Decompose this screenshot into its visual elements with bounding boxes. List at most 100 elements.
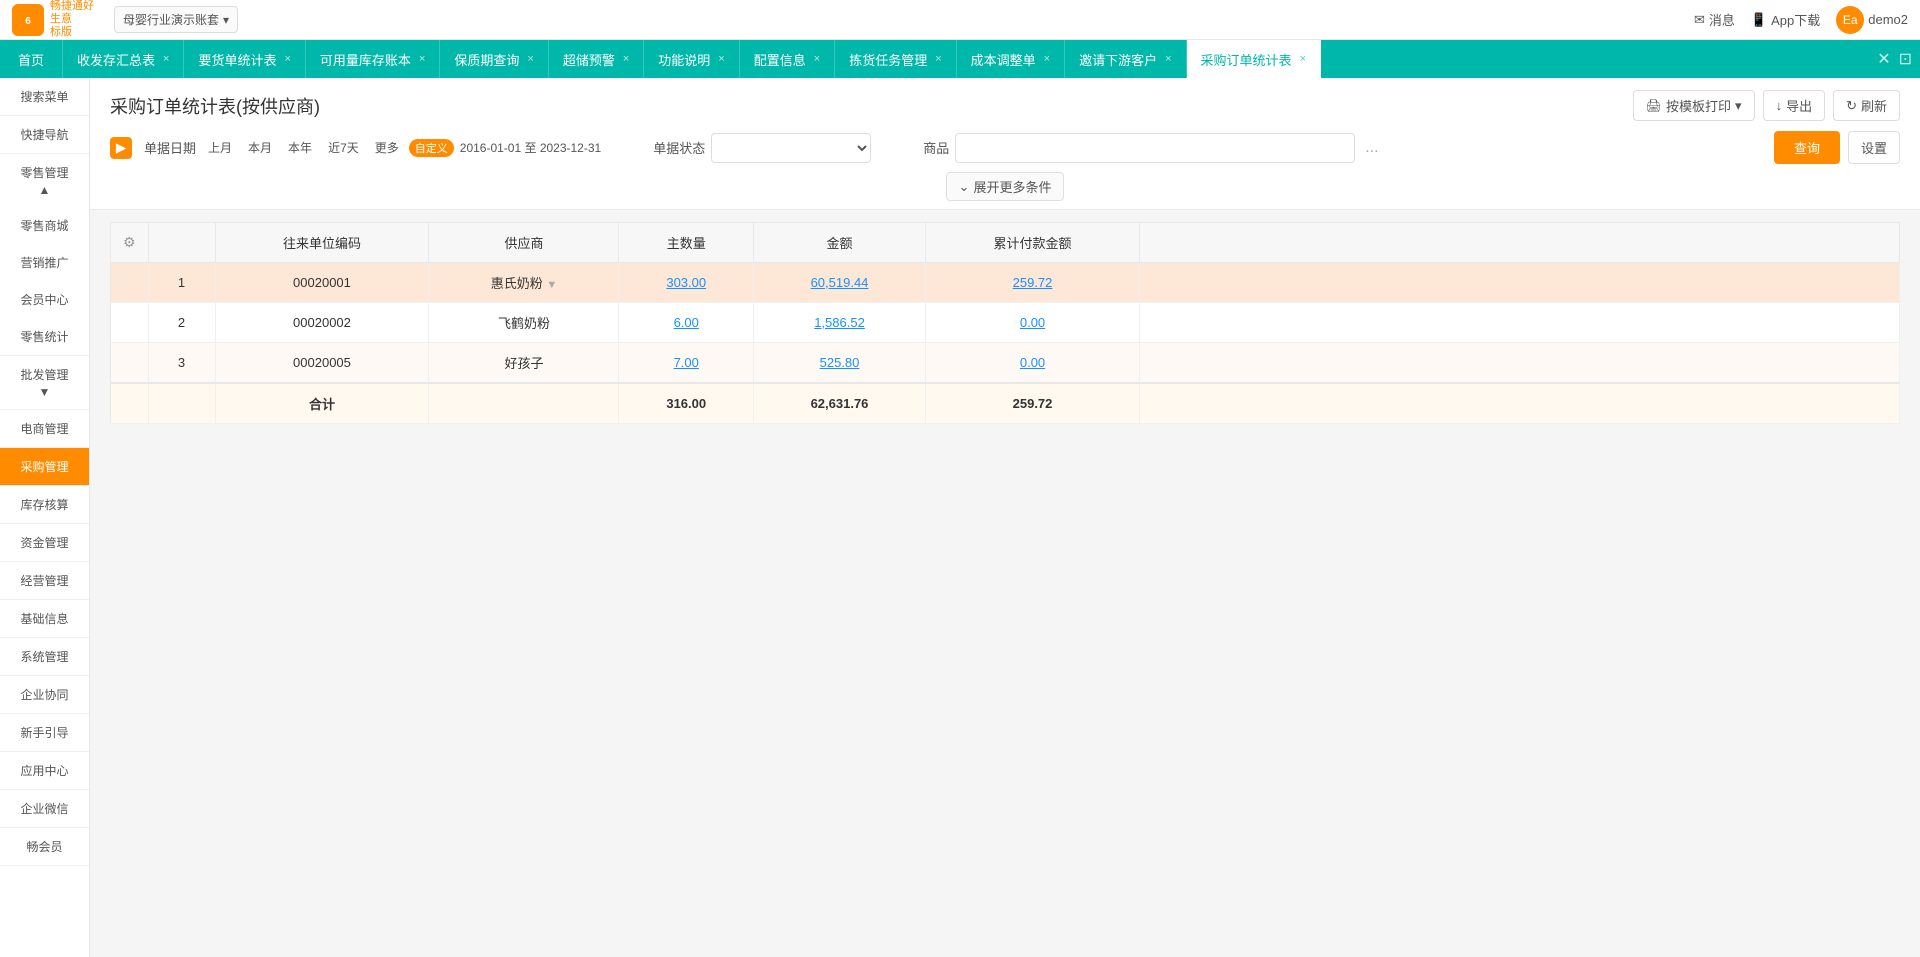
sidebar-item-app-center[interactable]: 应用中心 [0, 752, 89, 789]
shortcut-7days[interactable]: 近7天 [322, 137, 365, 158]
tab-func-desc-close[interactable]: × [718, 53, 724, 65]
tab-expiry-close[interactable]: × [527, 53, 533, 65]
tab-inventory[interactable]: 可用量库存账本 × [306, 40, 440, 78]
row-settings-cell [111, 263, 149, 303]
settings-button[interactable]: 设置 [1848, 131, 1900, 164]
export-button[interactable]: ↓ 导出 [1763, 90, 1826, 121]
row-quantity[interactable]: 6.00 [619, 303, 754, 343]
filter-expand-button[interactable]: ▶ [110, 137, 132, 159]
sidebar-item-wechat[interactable]: 企业微信 [0, 790, 89, 827]
gear-icon[interactable]: ⚙ [123, 234, 136, 250]
tab-order-stat[interactable]: 要货单统计表 × [184, 40, 305, 78]
refresh-button[interactable]: ↻ 刷新 [1833, 90, 1900, 121]
custom-date-badge[interactable]: 自定义 [409, 139, 454, 157]
sidebar-item-newbie[interactable]: 新手引导 [0, 714, 89, 751]
tabs-maximize[interactable]: ⊡ [1899, 49, 1912, 69]
row-paid[interactable]: 0.00 [926, 303, 1140, 343]
sidebar-item-operation[interactable]: 经营管理 [0, 562, 89, 599]
row-quantity[interactable]: 7.00 [619, 343, 754, 384]
goods-search-input[interactable] [955, 133, 1355, 163]
sidebar-item-quick-nav[interactable]: 快捷导航 [0, 116, 89, 153]
sidebar-item-retail-shop[interactable]: 零售商城 [0, 207, 89, 244]
tab-overstock-close[interactable]: × [623, 53, 629, 65]
username-label: demo2 [1868, 12, 1908, 27]
page-title-row: 采购订单统计表(按供应商) 🖨 按模板打印 ▾ ↓ 导出 ↻ 刷新 [110, 90, 1900, 121]
sidebar-item-purchase[interactable]: 采购管理 [0, 448, 89, 485]
sidebar-item-member[interactable]: 会员中心 [0, 281, 89, 318]
tab-overstock[interactable]: 超储预警 × [549, 40, 644, 78]
sidebar-item-ecommerce[interactable]: 电商管理 [0, 410, 89, 447]
tab-config-label: 配置信息 [754, 50, 806, 69]
tab-expiry[interactable]: 保质期查询 × [440, 40, 548, 78]
sidebar-item-finance[interactable]: 资金管理 [0, 524, 89, 561]
table-row: 3 00020005 好孩子 7.00 525.80 0.00 [111, 343, 1900, 384]
amount-link[interactable]: 60,519.44 [811, 275, 869, 290]
sidebar-item-system[interactable]: 系统管理 [0, 638, 89, 675]
sidebar-item-basic[interactable]: 基础信息 [0, 600, 89, 637]
row-quantity[interactable]: 303.00 [619, 263, 754, 303]
query-button[interactable]: 查询 [1774, 131, 1840, 164]
tab-purchase-stat-label: 采购订单统计表 [1201, 50, 1292, 69]
user-menu[interactable]: Ea demo2 [1836, 6, 1908, 34]
amount-link[interactable]: 525.80 [820, 355, 860, 370]
row-amount[interactable]: 1,586.52 [753, 303, 925, 343]
app-download-button[interactable]: 📱 App下载 [1751, 10, 1820, 29]
message-button[interactable]: ✉ 消息 [1694, 10, 1735, 29]
table-row: 1 00020001 惠氏奶粉 ▼ 303.00 60,519.44 259.7… [111, 263, 1900, 303]
col-header-settings[interactable]: ⚙ [111, 223, 149, 263]
tab-cost-adj-close[interactable]: × [1044, 53, 1050, 65]
sidebar-item-inventory-check[interactable]: 库存核算 [0, 486, 89, 523]
tab-inventory-close[interactable]: × [419, 53, 425, 65]
status-select[interactable] [711, 133, 871, 163]
date-filter-item: 单据日期 上月 本月 本年 近7天 更多 自定义 2016-01-01 至 20… [144, 137, 601, 158]
row-extra [1140, 263, 1900, 303]
tab-invite-close[interactable]: × [1165, 53, 1171, 65]
print-button[interactable]: 🖨 按模板打印 ▾ [1633, 90, 1755, 121]
tab-config[interactable]: 配置信息 × [740, 40, 835, 78]
shortcut-more[interactable]: 更多 [369, 137, 405, 158]
expand-more-button[interactable]: ⌄ 展开更多条件 [946, 172, 1065, 201]
row-amount[interactable]: 525.80 [753, 343, 925, 384]
shortcut-this-month[interactable]: 本月 [242, 137, 278, 158]
sidebar-item-retail[interactable]: 零售管理 ▲ [0, 154, 89, 207]
shortcut-this-year[interactable]: 本年 [282, 137, 318, 158]
sidebar-item-wholesale[interactable]: 批发管理 ▼ [0, 356, 89, 409]
amount-link[interactable]: 1,586.52 [814, 315, 865, 330]
sidebar-item-member2[interactable]: 畅会员 [0, 828, 89, 865]
row-amount[interactable]: 60,519.44 [753, 263, 925, 303]
goods-search-dots[interactable]: ... [1365, 139, 1378, 157]
quantity-link[interactable]: 7.00 [674, 355, 699, 370]
tab-invite[interactable]: 邀请下游客户 × [1065, 40, 1186, 78]
table-footer-row: 合计 316.00 62,631.76 259.72 [111, 383, 1900, 424]
shortcut-last-month[interactable]: 上月 [202, 137, 238, 158]
paid-link[interactable]: 259.72 [1013, 275, 1053, 290]
logo-text: 畅捷通好生意 标版 [50, 0, 102, 39]
row-paid[interactable]: 0.00 [926, 343, 1140, 384]
tab-config-close[interactable]: × [814, 53, 820, 65]
sidebar-system-label: 系统管理 [20, 648, 68, 665]
tab-order-stat-close[interactable]: × [284, 53, 290, 65]
quantity-link[interactable]: 6.00 [674, 315, 699, 330]
row-paid[interactable]: 259.72 [926, 263, 1140, 303]
tab-receive[interactable]: 收发存汇总表 × [63, 40, 184, 78]
tab-func-desc[interactable]: 功能说明 × [644, 40, 739, 78]
sidebar-item-marketing[interactable]: 营销推广 [0, 244, 89, 281]
sidebar-item-enterprise[interactable]: 企业协同 [0, 676, 89, 713]
tab-home[interactable]: 首页 [0, 40, 63, 78]
sidebar: 搜索菜单 快捷导航 零售管理 ▲ 零售商城 营销推广 会员中心 零售统计 [0, 78, 90, 957]
sidebar-app-center-label: 应用中心 [20, 762, 68, 779]
paid-link[interactable]: 0.00 [1020, 355, 1045, 370]
tab-cost-adj[interactable]: 成本调整单 × [957, 40, 1065, 78]
tab-receive-close[interactable]: × [163, 53, 169, 65]
tab-purchase-stat-close[interactable]: × [1300, 53, 1306, 65]
workspace-selector[interactable]: 母婴行业演示账套 ▾ [114, 6, 238, 33]
row-extra [1140, 303, 1900, 343]
quantity-link[interactable]: 303.00 [666, 275, 706, 290]
paid-link[interactable]: 0.00 [1020, 315, 1045, 330]
tab-pick-task[interactable]: 拣货任务管理 × [835, 40, 956, 78]
search-menu-button[interactable]: 搜索菜单 [8, 88, 81, 105]
sidebar-item-retail-stat[interactable]: 零售统计 [0, 318, 89, 355]
tab-purchase-stat[interactable]: 采购订单统计表 × [1187, 40, 1321, 78]
tabs-close-all[interactable]: ✕ [1877, 49, 1890, 69]
tab-pick-task-close[interactable]: × [935, 53, 941, 65]
